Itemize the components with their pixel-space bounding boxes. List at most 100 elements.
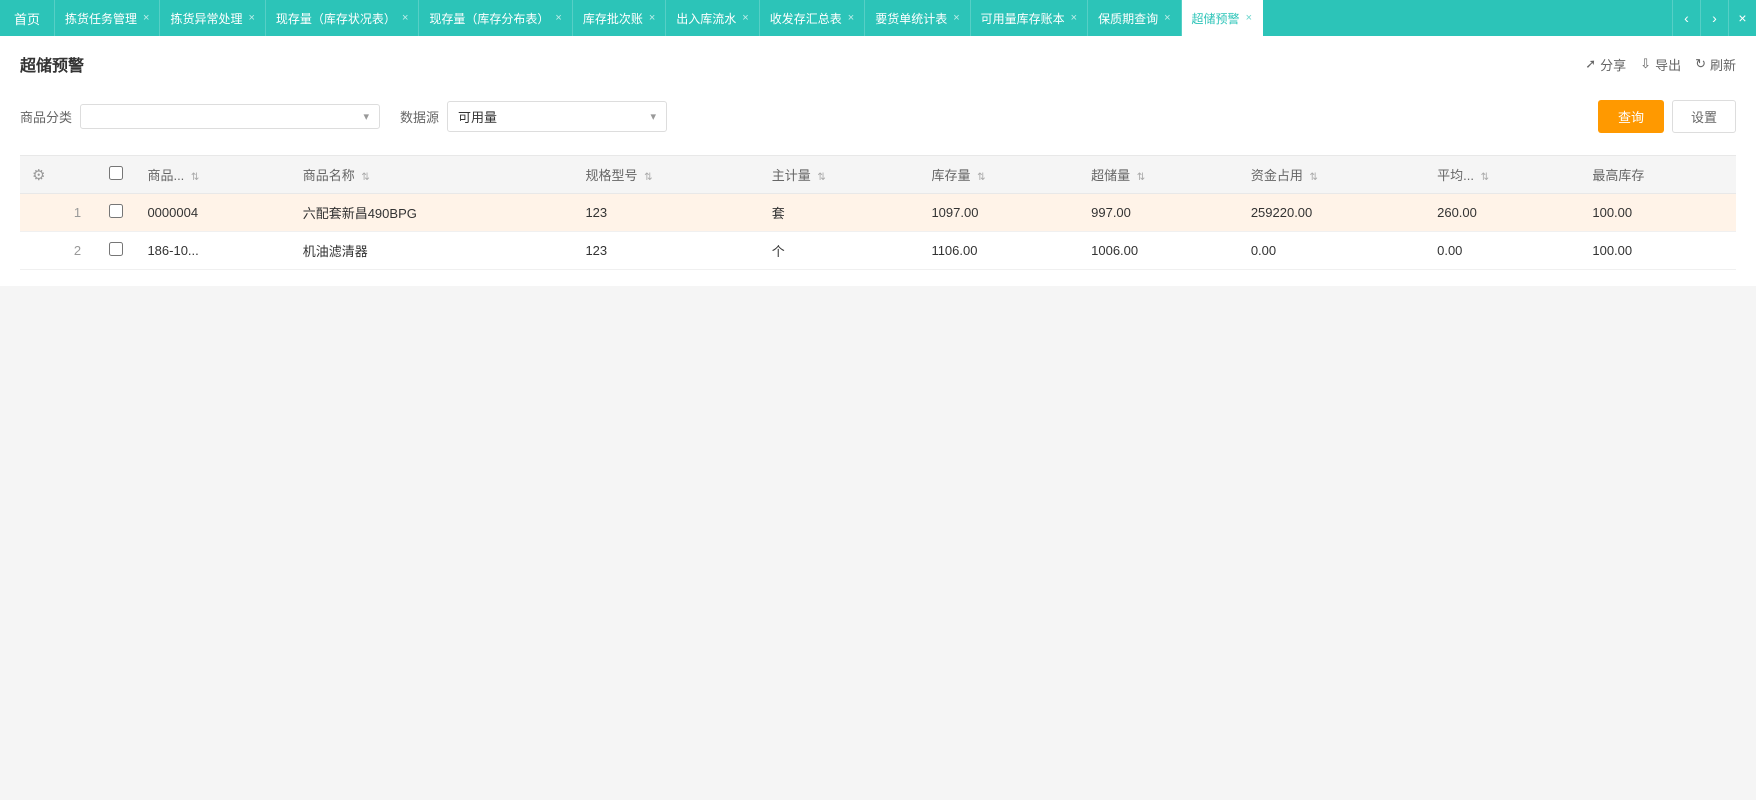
query-button[interactable]: 查询 <box>1598 100 1664 133</box>
row2-product-name: 机油滤清器 <box>291 232 574 270</box>
refresh-button[interactable]: ↻ 刷新 <box>1695 55 1736 74</box>
nav-tab-3[interactable]: 现存量（库存状况表） × <box>266 0 419 36</box>
column-product-name[interactable]: 商品名称 ⇅ <box>291 156 574 194</box>
row2-product-code: 186-10... <box>135 232 290 270</box>
settings-button[interactable]: 设置 <box>1672 100 1736 133</box>
datasource-select-value: 可用量 <box>458 107 497 126</box>
nav-prev-button[interactable]: ‹ <box>1672 0 1700 36</box>
column-unit[interactable]: 主计量 ⇅ <box>760 156 920 194</box>
column-stock-label: 库存量 <box>931 168 970 183</box>
nav-tab-6[interactable]: 出入库流水 × <box>666 0 759 36</box>
row2-settings-cell <box>20 232 57 270</box>
nav-arrows: ‹ › × <box>1672 0 1756 36</box>
nav-tab-label-1: 拣货任务管理 <box>65 10 137 27</box>
data-table: ⚙ 商品... ⇅ 商品名称 ⇅ 规格型号 ⇅ <box>20 155 1736 270</box>
row2-avg: 0.00 <box>1425 232 1580 270</box>
filter-row: 商品分类 ▾ 数据源 可用量 ▾ 查询 设置 <box>20 90 1736 143</box>
column-spec[interactable]: 规格型号 ⇅ <box>573 156 759 194</box>
nav-tab-9[interactable]: 可用量库存账本 × <box>971 0 1088 36</box>
table-body: 1 0000004 六配套新昌490BPG 123 套 1097.00 997.… <box>20 194 1736 270</box>
sort-icon-capital[interactable]: ⇅ <box>1309 172 1317 183</box>
row1-checkbox-cell[interactable] <box>97 194 135 232</box>
nav-tab-label-5: 库存批次账 <box>583 10 643 27</box>
select-all-checkbox[interactable] <box>109 166 123 180</box>
nav-tab-label-3: 现存量（库存状况表） <box>276 10 396 27</box>
column-max-stock-label: 最高库存 <box>1592 168 1644 183</box>
nav-tab-1[interactable]: 拣货任务管理 × <box>55 0 160 36</box>
row2-stock: 1106.00 <box>919 232 1079 270</box>
nav-tab-label-2: 拣货异常处理 <box>170 10 242 27</box>
share-icon: ➚ <box>1585 56 1596 72</box>
column-product-code[interactable]: 商品... ⇅ <box>135 156 290 194</box>
sort-icon-unit[interactable]: ⇅ <box>817 172 825 183</box>
gear-icon[interactable]: ⚙ <box>32 167 45 184</box>
close-icon-8[interactable]: × <box>953 12 959 24</box>
column-overstock[interactable]: 超储量 ⇅ <box>1079 156 1239 194</box>
nav-more-button[interactable]: × <box>1728 0 1756 36</box>
close-icon-5[interactable]: × <box>649 12 655 24</box>
nav-tab-7[interactable]: 收发存汇总表 × <box>760 0 865 36</box>
close-icon-1[interactable]: × <box>143 12 149 24</box>
close-icon-10[interactable]: × <box>1164 12 1170 24</box>
row1-checkbox[interactable] <box>109 204 123 218</box>
nav-tab-2[interactable]: 拣货异常处理 × <box>160 0 265 36</box>
row1-avg: 260.00 <box>1425 194 1580 232</box>
datasource-chevron-icon: ▾ <box>651 110 657 123</box>
column-max-stock[interactable]: 最高库存 <box>1580 156 1736 194</box>
table-row: 1 0000004 六配套新昌490BPG 123 套 1097.00 997.… <box>20 194 1736 232</box>
column-product-code-label: 商品... <box>147 168 184 183</box>
sort-icon-spec[interactable]: ⇅ <box>644 172 652 183</box>
column-settings[interactable]: ⚙ <box>20 156 57 194</box>
datasource-filter: 数据源 可用量 ▾ <box>400 101 667 132</box>
category-filter: 商品分类 ▾ <box>20 104 380 129</box>
close-icon-6[interactable]: × <box>742 12 748 24</box>
nav-next-button[interactable]: › <box>1700 0 1728 36</box>
row1-stock: 1097.00 <box>919 194 1079 232</box>
row2-checkbox[interactable] <box>109 242 123 256</box>
column-avg[interactable]: 平均... ⇅ <box>1425 156 1580 194</box>
sort-icon-stock[interactable]: ⇅ <box>977 172 985 183</box>
nav-tab-label-4: 现存量（库存分布表） <box>429 10 549 27</box>
column-capital-label: 资金占用 <box>1251 168 1303 183</box>
sort-icon-overstock[interactable]: ⇅ <box>1137 172 1145 183</box>
row2-overstock: 1006.00 <box>1079 232 1239 270</box>
chevron-down-icon: ▾ <box>363 110 369 123</box>
nav-home[interactable]: 首页 <box>0 0 55 36</box>
row2-spec: 123 <box>573 232 759 270</box>
row2-checkbox-cell[interactable] <box>97 232 135 270</box>
column-overstock-label: 超储量 <box>1091 168 1130 183</box>
sort-icon-avg[interactable]: ⇅ <box>1481 172 1489 183</box>
export-button[interactable]: ⇩ 导出 <box>1640 55 1681 74</box>
nav-tab-5[interactable]: 库存批次账 × <box>573 0 666 36</box>
close-icon-11[interactable]: × <box>1246 12 1252 24</box>
close-icon-2[interactable]: × <box>248 12 254 24</box>
close-icon-9[interactable]: × <box>1071 12 1077 24</box>
close-icon-3[interactable]: × <box>402 12 408 24</box>
category-select[interactable]: ▾ <box>80 104 380 129</box>
page-title: 超储预警 <box>20 52 84 76</box>
column-stock[interactable]: 库存量 ⇅ <box>919 156 1079 194</box>
close-icon-4[interactable]: × <box>555 12 561 24</box>
column-product-name-label: 商品名称 <box>303 168 355 183</box>
column-capital[interactable]: 资金占用 ⇅ <box>1239 156 1425 194</box>
category-label: 商品分类 <box>20 107 72 126</box>
table-row: 2 186-10... 机油滤清器 123 个 1106.00 1006.00 … <box>20 232 1736 270</box>
export-label: 导出 <box>1655 55 1681 74</box>
nav-tab-10[interactable]: 保质期查询 × <box>1088 0 1181 36</box>
nav-tab-11[interactable]: 超储预警 × <box>1182 0 1263 36</box>
row1-max-stock: 100.00 <box>1580 194 1736 232</box>
share-button[interactable]: ➚ 分享 <box>1585 55 1626 74</box>
nav-tab-4[interactable]: 现存量（库存分布表） × <box>419 0 572 36</box>
row1-settings-cell <box>20 194 57 232</box>
datasource-select[interactable]: 可用量 ▾ <box>447 101 667 132</box>
sort-icon-product-code[interactable]: ⇅ <box>191 172 199 183</box>
column-checkbox[interactable] <box>97 156 135 194</box>
row2-capital: 0.00 <box>1239 232 1425 270</box>
nav-tab-label-11: 超储预警 <box>1192 10 1240 27</box>
close-icon-7[interactable]: × <box>848 12 854 24</box>
row1-spec: 123 <box>573 194 759 232</box>
row1-product-code: 0000004 <box>135 194 290 232</box>
sort-icon-product-name[interactable]: ⇅ <box>361 172 369 183</box>
nav-tab-8[interactable]: 要货单统计表 × <box>865 0 970 36</box>
export-icon: ⇩ <box>1640 56 1651 72</box>
